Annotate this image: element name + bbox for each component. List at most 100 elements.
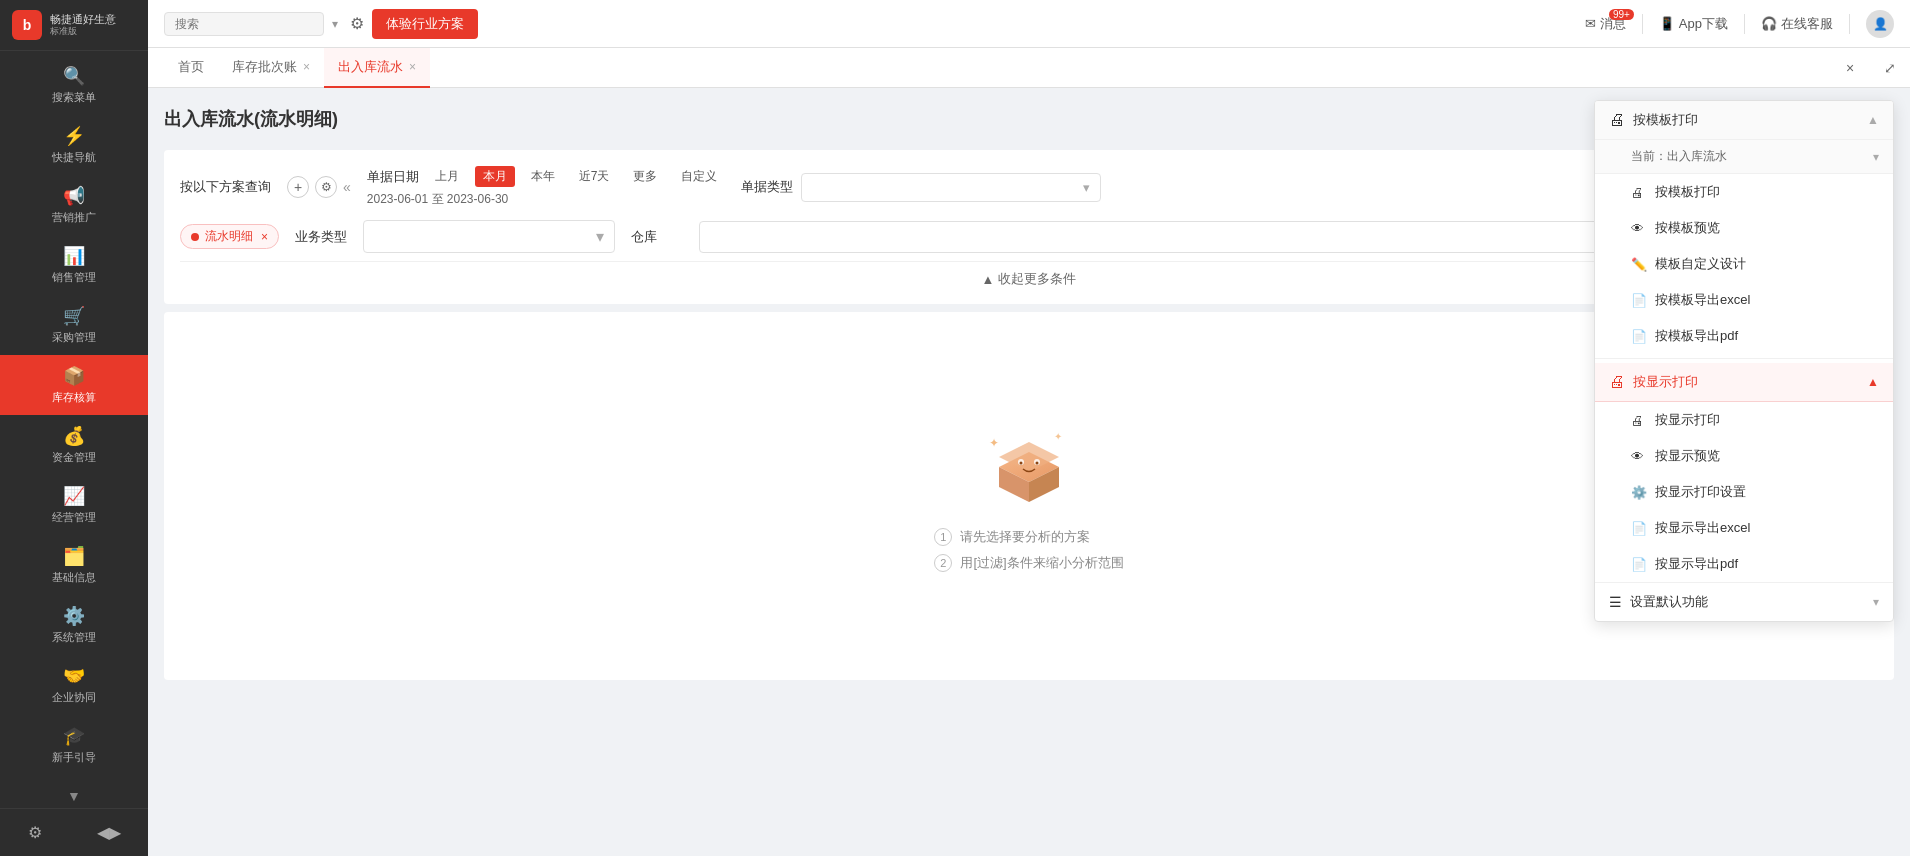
sidebar-item-enterprise[interactable]: 🤝 企业协同 [0,655,148,715]
sidebar-item-appstore[interactable]: 📱 应用中心 [0,775,148,784]
tab-batch[interactable]: 库存批次账 × [218,48,324,88]
cta-button[interactable]: 体验行业方案 [372,9,478,39]
sidebar-label-finance: 资金管理 [52,450,96,465]
dropdown-divider [1595,358,1893,359]
business-type-select[interactable]: ▾ [363,220,615,253]
collapse-label: 收起更多条件 [998,270,1076,288]
sidebar-item-system[interactable]: ⚙️ 系统管理 [0,595,148,655]
service-label: 在线客服 [1781,15,1833,33]
svg-point-6 [1020,462,1023,465]
guide-icon: 🎓 [63,725,85,747]
operation-icon: 📈 [63,485,85,507]
date-filter-row: 单据日期 上月 本月 本年 近7天 更多 自定义 [367,166,726,187]
display-print-icon: 🖨 [1631,413,1647,428]
sidebar-item-search[interactable]: 🔍 搜索菜单 [0,55,148,115]
dropdown-set-default[interactable]: ☰ 设置默认功能 ▾ [1595,583,1893,621]
active-filter-tag[interactable]: 流水明细 × [180,224,279,249]
sidebar-label-system: 系统管理 [52,630,96,645]
template-pdf-label: 按模板导出pdf [1655,327,1738,345]
dropdown-item-template-custom[interactable]: ✏️ 模板自定义设计 [1595,246,1893,282]
tab-home[interactable]: 首页 [164,48,218,88]
sidebar-bottom: ⚙ ◀▶ [0,808,148,856]
topbar: ▾ ⚙ 体验行业方案 ✉ 消息 99+ 📱 App下载 🎧 在线客服 [148,0,1910,48]
logo-icon: b [12,10,42,40]
svg-point-7 [1036,462,1039,465]
dropdown-item-display-pdf[interactable]: 📄 按显示导出pdf [1595,546,1893,582]
doc-type-select[interactable]: ▾ [801,173,1101,202]
filter-add-btn[interactable]: + [287,176,309,198]
display-excel-icon: 📄 [1631,521,1647,536]
tip-num-2: 2 [934,554,952,572]
message-icon: ✉ [1585,16,1596,31]
tab-batch-close-icon[interactable]: × [303,60,310,74]
sidebar-collapse-icon[interactable]: ◀▶ [93,819,125,846]
dropdown-item-display-preview[interactable]: 👁 按显示预览 [1595,438,1893,474]
topbar-search-input[interactable] [164,12,324,36]
dropdown-item-template-excel[interactable]: 📄 按模板导出excel [1595,282,1893,318]
date-option-current-month[interactable]: 本月 [475,166,515,187]
dropdown-template-header[interactable]: 🖨 按模板打印 ▲ [1595,101,1893,140]
business-type-dropdown-icon: ▾ [596,227,604,246]
set-default-arrow-icon: ▾ [1873,595,1879,609]
date-options: 上月 本月 本年 近7天 更多 自定义 [427,166,726,187]
message-btn[interactable]: ✉ 消息 99+ [1585,15,1626,33]
date-filter: 单据日期 上月 本月 本年 近7天 更多 自定义 2023-06-01 至 20… [367,166,726,208]
sidebar-item-sales[interactable]: 📊 销售管理 [0,235,148,295]
sidebar-item-operation[interactable]: 📈 经营管理 [0,475,148,535]
template-print-section-icon: 🖨 [1609,111,1625,129]
date-option-custom[interactable]: 自定义 [673,166,725,187]
window-expand-btn[interactable]: ⤢ [1870,48,1910,88]
warehouse-filter: 仓库 ... [631,221,1724,253]
dropdown-display-header[interactable]: 🖨 按显示打印 ▲ [1595,363,1893,402]
filter-label: 按以下方案查询 [180,178,271,196]
date-option-last-7[interactable]: 近7天 [571,166,618,187]
date-filter-label: 单据日期 [367,168,419,186]
sidebar-item-finance[interactable]: 💰 资金管理 [0,415,148,475]
filter-toggle-btn[interactable]: « [343,179,351,195]
dropdown-item-display-settings[interactable]: ⚙️ 按显示打印设置 [1595,474,1893,510]
warehouse-select[interactable]: ... [699,221,1724,253]
tab-flow-close-icon[interactable]: × [409,60,416,74]
app-download-btn[interactable]: 📱 App下载 [1659,15,1728,33]
empty-tips: 1 请先选择要分析的方案 2 用[过滤]条件来缩小分析范围 [934,528,1123,580]
topbar-gear-icon[interactable]: ⚙ [350,14,364,33]
sidebar-item-quicknav[interactable]: ⚡ 快捷导航 [0,115,148,175]
sidebar-item-purchase[interactable]: 🛒 采购管理 [0,295,148,355]
sidebar-label-enterprise: 企业协同 [52,690,96,705]
settings-gear-icon[interactable]: ⚙ [24,819,46,846]
warehouse-label: 仓库 [631,228,691,246]
sidebar-label-inventory: 库存核算 [52,390,96,405]
date-option-current-year[interactable]: 本年 [523,166,563,187]
filter-tag-close-icon[interactable]: × [261,230,268,244]
dropdown-item-display-print[interactable]: 🖨 按显示打印 [1595,402,1893,438]
tab-flow[interactable]: 出入库流水 × [324,48,430,88]
date-option-last-month[interactable]: 上月 [427,166,467,187]
user-avatar[interactable]: 👤 [1866,10,1894,38]
topbar-dropdown-arrow-icon[interactable]: ▾ [332,17,338,31]
svg-text:✦: ✦ [989,436,999,450]
window-close-btn[interactable]: × [1830,48,1870,88]
tab-home-label: 首页 [178,58,204,76]
display-excel-label: 按显示导出excel [1655,519,1750,537]
sidebar-item-inventory[interactable]: 📦 库存核算 [0,355,148,415]
sidebar-label-basic: 基础信息 [52,570,96,585]
dropdown-item-template-print[interactable]: 🖨 按模板打印 [1595,174,1893,210]
dropdown-item-display-excel[interactable]: 📄 按显示导出excel [1595,510,1893,546]
set-default-content: ☰ 设置默认功能 [1609,593,1708,611]
service-icon: 🎧 [1761,16,1777,31]
sidebar-item-guide[interactable]: 🎓 新手引导 [0,715,148,775]
window-controls: × ⤢ [1830,48,1910,88]
dropdown-item-template-pdf[interactable]: 📄 按模板导出pdf [1595,318,1893,354]
topbar-left: ▾ ⚙ 体验行业方案 [164,9,1585,39]
sidebar-item-marketing[interactable]: 📢 营销推广 [0,175,148,235]
sidebar-item-basic[interactable]: 🗂️ 基础信息 [0,535,148,595]
business-type-filter: 业务类型 ▾ [295,220,615,253]
date-option-more[interactable]: 更多 [625,166,665,187]
sidebar-scroll-down[interactable]: ▼ [0,784,148,808]
service-btn[interactable]: 🎧 在线客服 [1761,15,1833,33]
dropdown-item-template-preview[interactable]: 👁 按模板预览 [1595,210,1893,246]
template-preview-label: 按模板预览 [1655,219,1720,237]
filter-gear-btn[interactable]: ⚙ [315,176,337,198]
sidebar-label-search: 搜索菜单 [52,90,96,105]
collapse-filter-btn[interactable]: ▲ 收起更多条件 [982,270,1077,288]
